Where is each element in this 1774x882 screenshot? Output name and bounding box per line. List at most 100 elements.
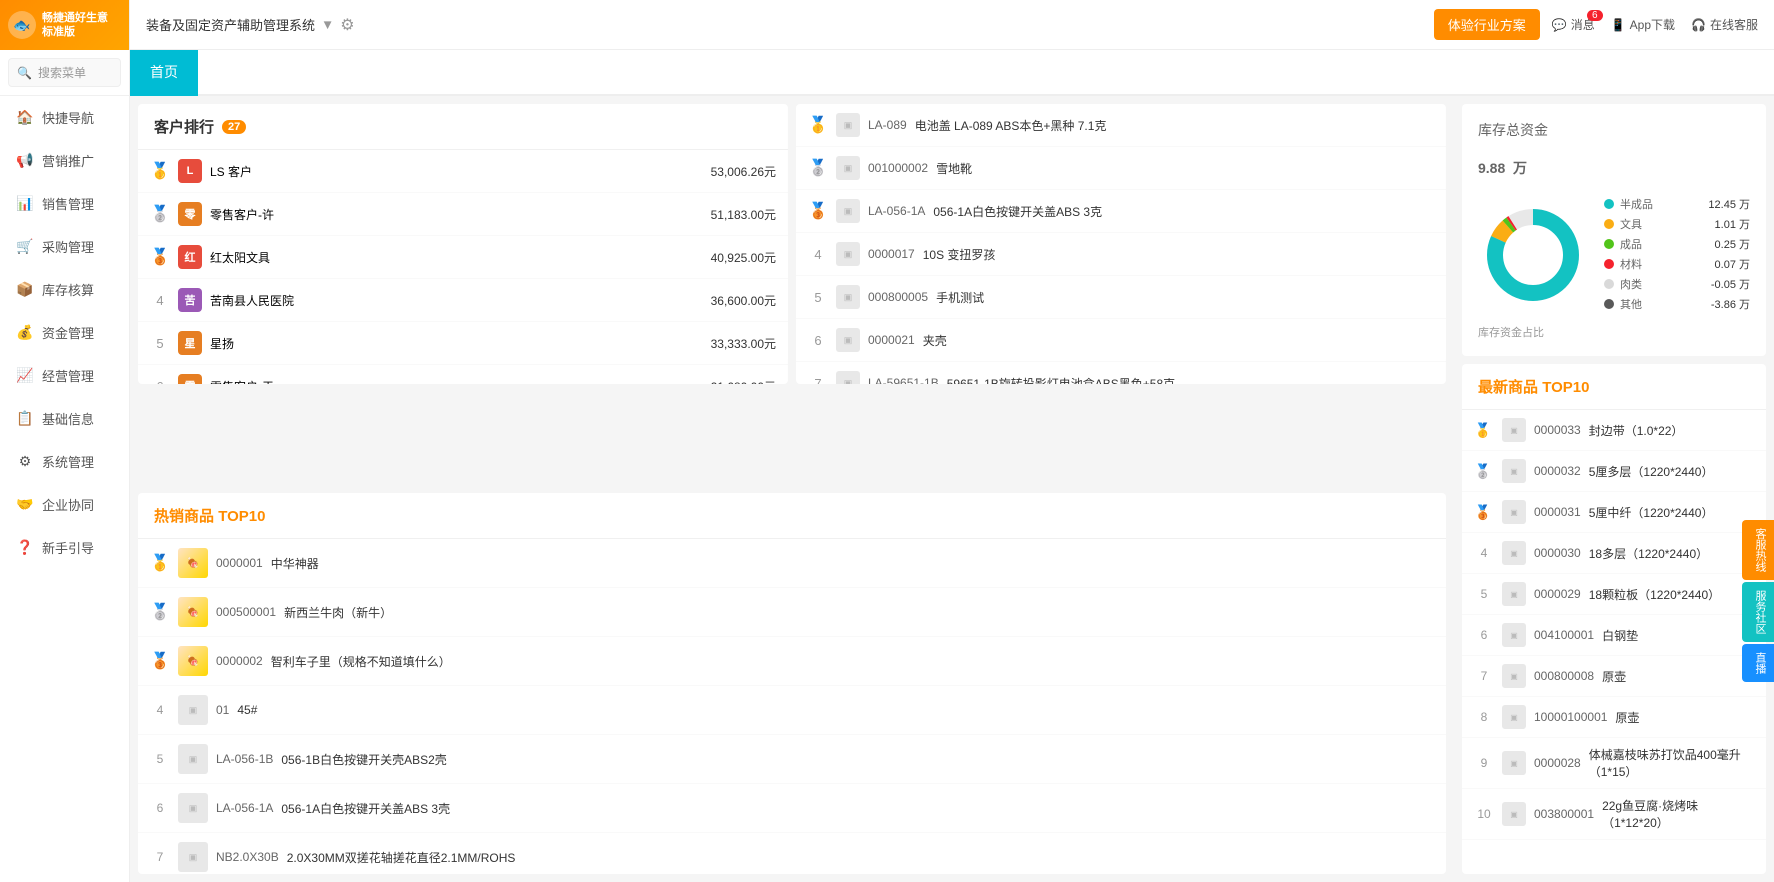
customer-amount: 33,333.00元 (711, 335, 776, 352)
hot-product-item[interactable]: 6 ▣ LA-056-1A 056-1A白色按键开关盖ABS 3壳 (138, 784, 1446, 833)
app-download-button[interactable]: 📱 App下载 (1611, 16, 1675, 33)
legend-item: 成品 0.25 万 (1604, 236, 1750, 252)
new-product-item[interactable]: 8 ▣ 10000100001 原壶 (1462, 697, 1766, 738)
new-products-list: 🥇 ▣ 0000033 封边带（1.0*22） 🥈 ▣ 0000032 5厘多层… (1462, 410, 1766, 874)
message-button[interactable]: 💬 消息 6 (1552, 16, 1595, 33)
sidebar-item-sales[interactable]: 📊 销售管理 (0, 182, 129, 225)
sidebar-item-system[interactable]: ⚙ 系统管理 (0, 440, 129, 483)
sidebar-item-guide[interactable]: ❓ 新手引导 (0, 526, 129, 569)
sidebar-nav: 🏠 快捷导航 📢 营销推广 📊 销售管理 🛒 采购管理 📦 库存核算 💰 资金管… (0, 96, 129, 882)
hot-product-item[interactable]: 🥈 🍖 000500001 新西兰牛肉（新牛） (138, 588, 1446, 637)
customer-amount: 21,680.00元 (711, 378, 776, 385)
top-products-list: 🥇 ▣ LA-089 电池盖 LA-089 ABS本色+黑种 7.1克 🥈 ▣ … (796, 104, 1446, 384)
new-product-thumb: ▣ (1502, 541, 1526, 565)
new-product-name: 封边带（1.0*22） (1589, 422, 1754, 439)
customer-col: 客户排行 27 🥇 L LS 客户 53,006.26元 🥈 零 零售客户-许 … (138, 104, 788, 485)
customer-amount: 36,600.00元 (711, 292, 776, 309)
legend-item: 半成品 12.45 万 (1604, 196, 1750, 212)
new-product-item[interactable]: 4 ▣ 0000030 18多层（1220*2440） (1462, 533, 1766, 574)
new-product-thumb: ▣ (1502, 751, 1526, 775)
top-product-item[interactable]: 4 ▣ 0000017 10S 变扭罗孩 (796, 233, 1446, 276)
product-code: 0000021 (868, 333, 915, 347)
new-products-card: 最新商品 TOP10 🥇 ▣ 0000033 封边带（1.0*22） 🥈 ▣ 0… (1462, 364, 1766, 874)
hot-product-item[interactable]: 7 ▣ NB2.0X30B 2.0X30MM双搓花轴搓花直径2.1MM/ROHS (138, 833, 1446, 874)
legend-dot (1604, 279, 1614, 289)
sidebar-logo: 🐟 畅捷通好生意 标准版 (0, 0, 129, 50)
sidebar-item-marketing[interactable]: 📢 营销推广 (0, 139, 129, 182)
legend-name: 肉类 (1620, 276, 1705, 292)
sidebar-item-finance[interactable]: 💰 资金管理 (0, 311, 129, 354)
customer-list-item[interactable]: 4 苦 苦南县人民医院 36,600.00元 (138, 279, 788, 322)
product-image: 🍖 (178, 646, 208, 676)
customer-list-item[interactable]: 5 星 星扬 33,333.00元 (138, 322, 788, 365)
new-product-thumb: ▣ (1502, 459, 1526, 483)
new-product-item[interactable]: 🥈 ▣ 0000032 5厘多层（1220*2440） (1462, 451, 1766, 492)
new-product-item[interactable]: 🥉 ▣ 0000031 5厘中纤（1220*2440） (1462, 492, 1766, 533)
customer-badge-icon: 星 (178, 331, 202, 355)
service-button[interactable]: 🎧 在线客服 (1691, 16, 1758, 33)
new-product-item[interactable]: 🥇 ▣ 0000033 封边带（1.0*22） (1462, 410, 1766, 451)
logo-icon: 🐟 (8, 11, 36, 39)
top-product-item[interactable]: 🥇 ▣ LA-089 电池盖 LA-089 ABS本色+黑种 7.1克 (796, 104, 1446, 147)
legend-value: 1.01 万 (1715, 216, 1750, 232)
float-service-btn[interactable]: 客服热线 (1742, 520, 1774, 580)
donut-chart (1478, 200, 1588, 313)
sidebar-item-inventory[interactable]: 📦 库存核算 (0, 268, 129, 311)
new-product-item[interactable]: 9 ▣ 0000028 体械嘉枝味苏打饮品400毫升（1*15） (1462, 738, 1766, 789)
sidebar-item-quick-nav[interactable]: 🏠 快捷导航 (0, 96, 129, 139)
top-product-item[interactable]: 🥉 ▣ LA-056-1A 056-1A白色按键开关盖ABS 3克 (796, 190, 1446, 233)
hot-product-name: 056-1B白色按键开关壳ABS2壳 (281, 751, 446, 768)
sidebar-item-purchase[interactable]: 🛒 采购管理 (0, 225, 129, 268)
hot-product-item[interactable]: 🥇 🍖 0000001 中华神器 (138, 539, 1446, 588)
hot-product-item[interactable]: 🥉 🍖 0000002 智利车子里（规格不知道填什么） (138, 637, 1446, 686)
tab-home[interactable]: 首页 (130, 50, 198, 96)
customer-list-item[interactable]: 6 零 零售客户-于 21,680.00元 (138, 365, 788, 384)
top-product-item[interactable]: 5 ▣ 000800005 手机测试 (796, 276, 1446, 319)
search-menu-button[interactable]: 🔍 搜索菜单 (8, 58, 121, 87)
top-product-item[interactable]: 🥈 ▣ 001000002 雪地靴 (796, 147, 1446, 190)
legend-value: -3.86 万 (1711, 296, 1750, 312)
top-product-item[interactable]: 7 ▣ LA-59651-1B 59651-1B旋转投影灯电池盒ABS黑色+58… (796, 362, 1446, 384)
float-community-btn[interactable]: 服务社区 (1742, 582, 1774, 642)
customer-amount: 53,006.26元 (711, 163, 776, 180)
operation-icon: 📈 (16, 367, 34, 385)
settings-button[interactable]: ⚙ (340, 15, 354, 35)
product-name: 电池盖 LA-089 ABS本色+黑种 7.1克 (915, 117, 1434, 134)
product-thumb: ▣ (836, 242, 860, 266)
hot-product-item[interactable]: 5 ▣ LA-056-1B 056-1B白色按键开关壳ABS2壳 (138, 735, 1446, 784)
hot-products-section: 热销商品 TOP10 🥇 🍖 0000001 中华神器 🥈 🍖 00050000… (138, 493, 1446, 874)
legend-name: 半成品 (1620, 196, 1702, 212)
dropdown-button[interactable]: ▼ (321, 17, 334, 32)
customer-badge-icon: L (178, 159, 202, 183)
search-icon: 🔍 (17, 66, 32, 80)
customer-list-item[interactable]: 🥇 L LS 客户 53,006.26元 (138, 150, 788, 193)
sidebar-item-operation[interactable]: 📈 经营管理 (0, 354, 129, 397)
message-icon: 💬 (1552, 18, 1567, 32)
sidebar-item-basic[interactable]: 📋 基础信息 (0, 397, 129, 440)
new-product-item[interactable]: 10 ▣ 003800001 22g鱼豆腐·烧烤味（1*12*20） (1462, 789, 1766, 840)
float-actions: 客服热线 服务社区 直播 (1742, 520, 1774, 682)
customer-list-item[interactable]: 🥉 红 红太阳文具 40,925.00元 (138, 236, 788, 279)
customer-list-item[interactable]: 🥈 零 零售客户-许 51,183.00元 (138, 193, 788, 236)
sidebar-item-coop[interactable]: 🤝 企业协同 (0, 483, 129, 526)
new-product-thumb: ▣ (1502, 418, 1526, 442)
system-name: 装备及固定资产辅助管理系统 ▼ ⚙ (146, 15, 1422, 35)
customer-badge-icon: 苦 (178, 288, 202, 312)
hot-product-code: 01 (216, 703, 229, 717)
trial-button[interactable]: 体验行业方案 (1434, 9, 1540, 40)
new-product-thumb: ▣ (1502, 623, 1526, 647)
new-product-item[interactable]: 5 ▣ 0000029 18颗粒板（1220*2440） (1462, 574, 1766, 615)
float-live-btn[interactable]: 直播 (1742, 644, 1774, 682)
hot-product-code: 000500001 (216, 605, 276, 619)
app-icon: 📱 (1611, 18, 1626, 32)
new-product-name: 5厘中纤（1220*2440） (1589, 504, 1754, 521)
customer-badge-icon: 零 (178, 374, 202, 384)
hot-product-code: 0000001 (216, 556, 263, 570)
top-product-item[interactable]: 6 ▣ 0000021 夹壳 (796, 319, 1446, 362)
product-placeholder: ▣ (178, 793, 208, 823)
new-product-item[interactable]: 6 ▣ 004100001 白钢垫 (1462, 615, 1766, 656)
hot-product-item[interactable]: 4 ▣ 01 45# (138, 686, 1446, 735)
new-product-item[interactable]: 7 ▣ 000800008 原壶 (1462, 656, 1766, 697)
customer-name: 零售客户-于 (210, 378, 703, 385)
product-code: LA-089 (868, 118, 907, 132)
